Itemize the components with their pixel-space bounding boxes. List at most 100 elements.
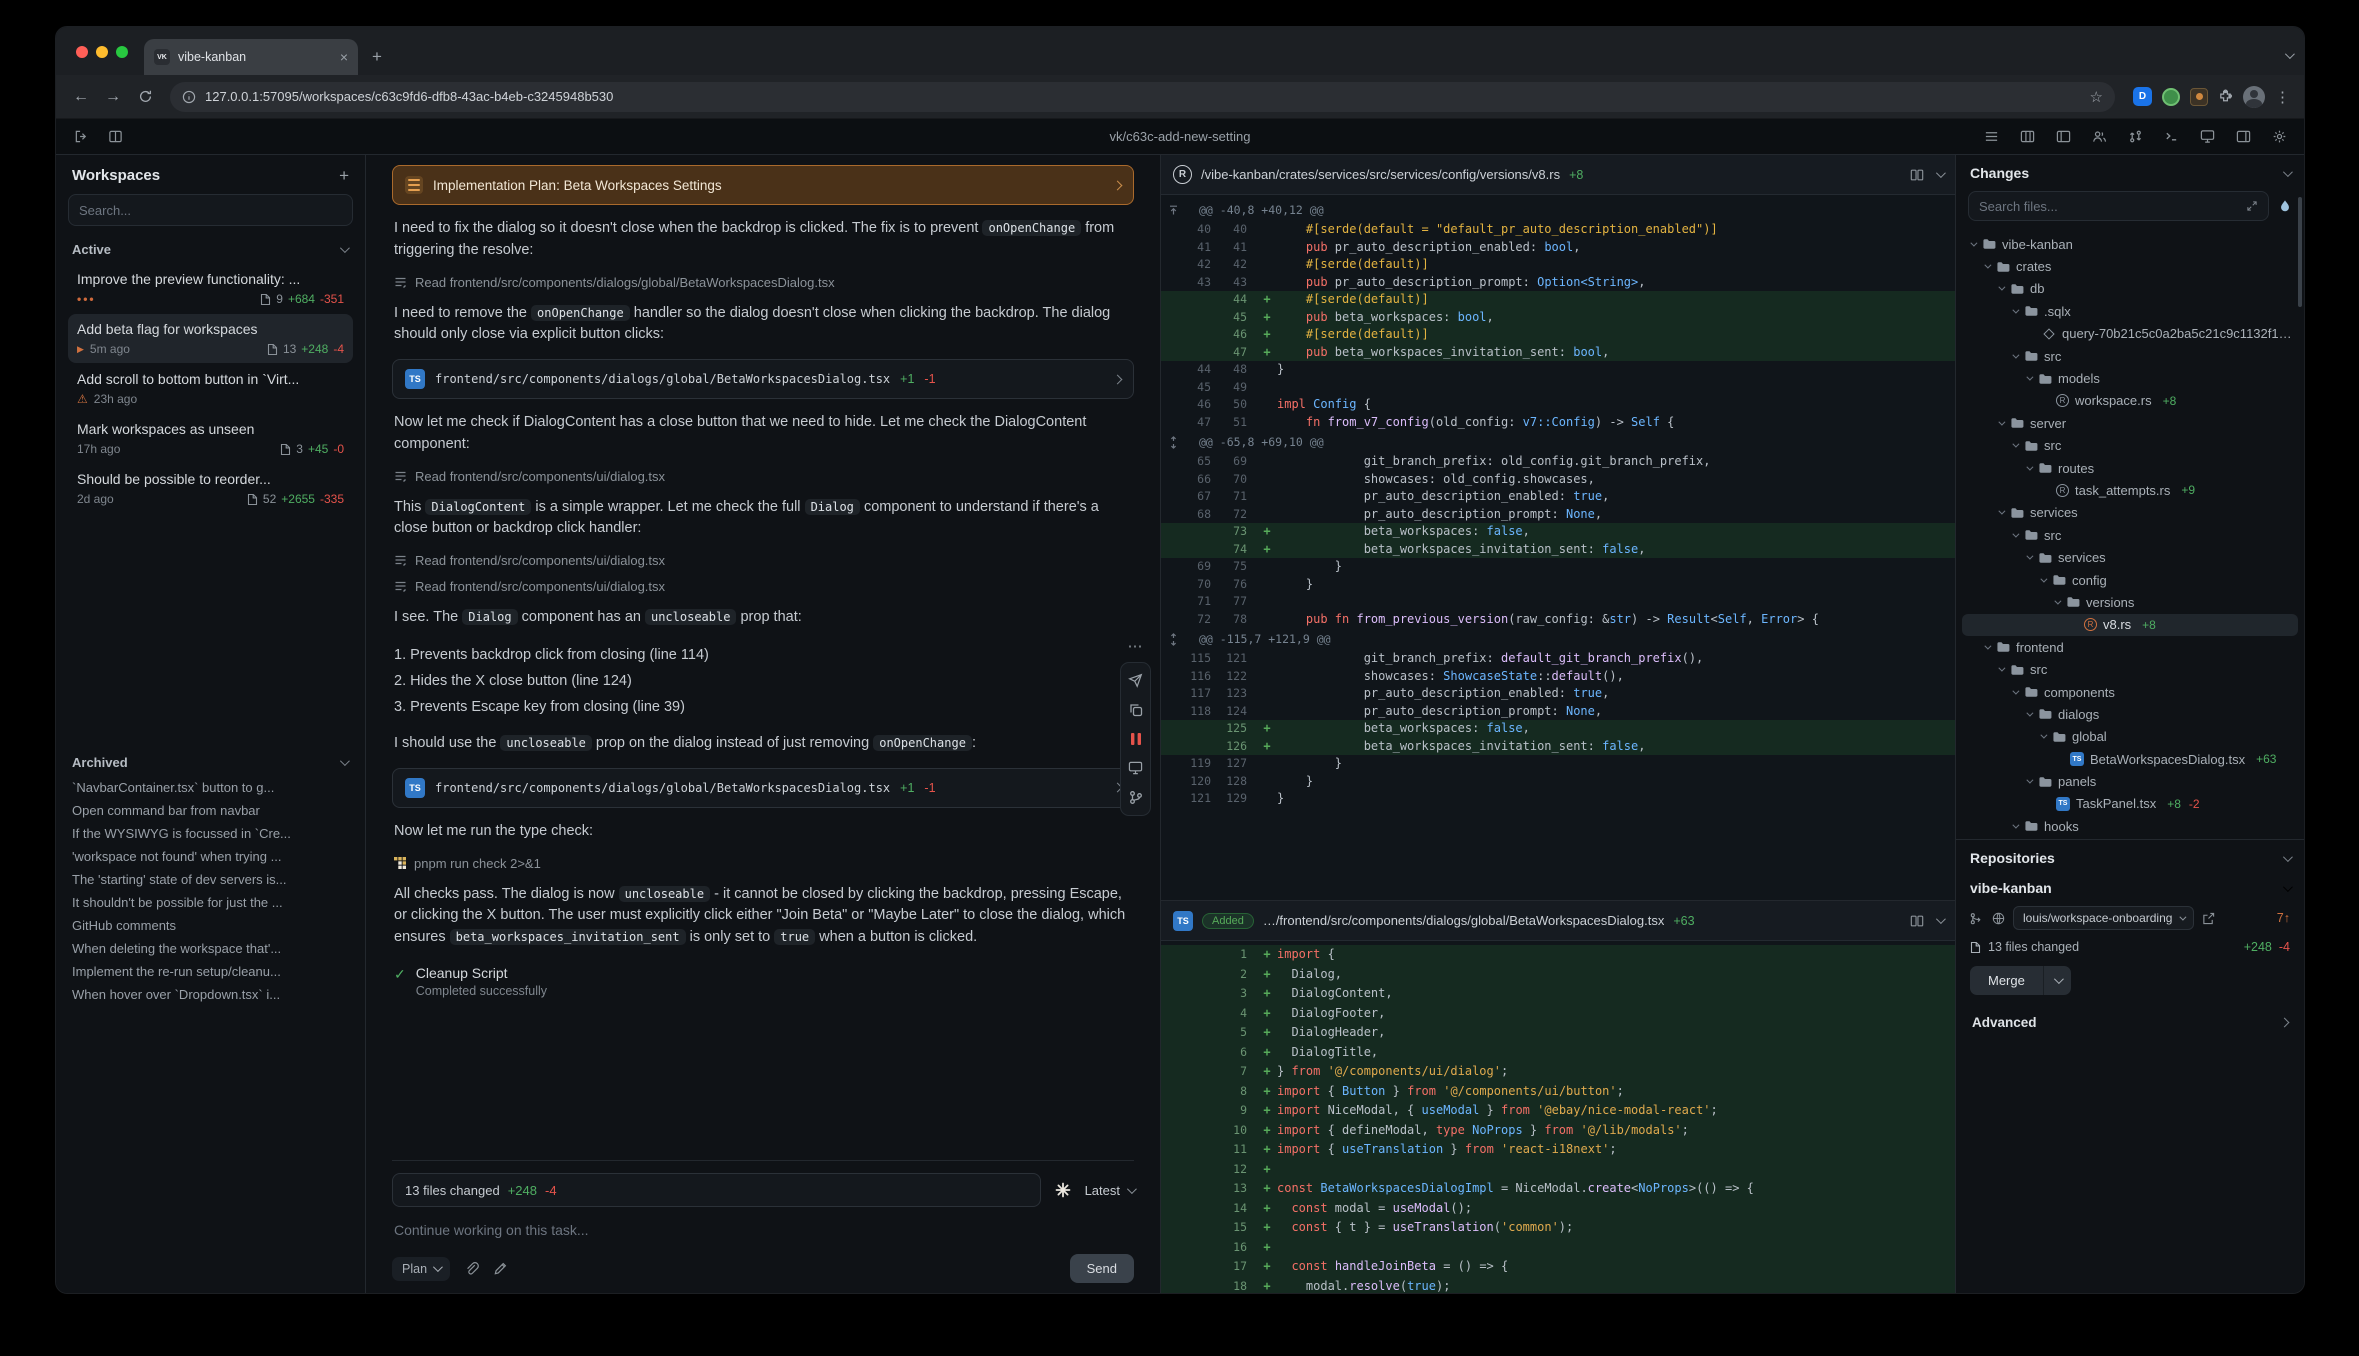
collapse-diff-icon[interactable]: [1935, 168, 1946, 179]
new-tab-button[interactable]: +: [362, 42, 392, 72]
expand-hunk-icon[interactable]: [1161, 205, 1185, 216]
tree-folder[interactable]: src: [1962, 524, 2298, 546]
workspace-item[interactable]: Add scroll to bottom button in `Virt... …: [68, 364, 353, 413]
collapse-diff-icon[interactable]: [1935, 914, 1946, 925]
archived-workspace-item[interactable]: The 'starting' state of dev servers is..…: [68, 868, 353, 891]
git-compare-icon[interactable]: [2122, 125, 2148, 149]
mode-dropdown[interactable]: Plan: [392, 1256, 451, 1281]
open-external-icon[interactable]: [2202, 912, 2215, 925]
workspace-item[interactable]: Should be possible to reorder... 2d ago 5…: [68, 464, 353, 513]
archived-workspace-item[interactable]: 'workspace not found' when trying ...: [68, 845, 353, 868]
terminal-command-row[interactable]: pnpm run check 2>&1: [394, 856, 1132, 871]
tree-folder[interactable]: db: [1962, 278, 2298, 300]
users-icon[interactable]: [2086, 125, 2112, 149]
tree-folder[interactable]: crates: [1962, 255, 2298, 277]
tab-list-chevron-icon[interactable]: [2284, 49, 2295, 60]
tree-folder[interactable]: src: [1962, 435, 2298, 457]
more-actions-icon[interactable]: ⋯: [1128, 637, 1144, 655]
changed-files-tree[interactable]: vibe-kanban crates db .sqlx query-70b21c…: [1956, 229, 2304, 839]
merge-split-button[interactable]: Merge: [1970, 966, 2071, 995]
version-dropdown[interactable]: Latest: [1085, 1183, 1137, 1198]
tree-file[interactable]: TS BetaWorkspacesDialog.tsx +63: [1962, 748, 2298, 770]
close-window-button[interactable]: [76, 46, 88, 58]
terminal-icon[interactable]: [2158, 125, 2184, 149]
archived-workspace-item[interactable]: If the WYSIWYG is focussed in `Cre...: [68, 822, 353, 845]
tree-folder[interactable]: panels: [1962, 770, 2298, 792]
workspace-item[interactable]: Improve the preview functionality: ... •…: [68, 264, 353, 313]
archived-workspace-item[interactable]: When deleting the workspace that'...: [68, 937, 353, 960]
tree-folder[interactable]: vibe-kanban: [1962, 233, 2298, 255]
split-view-icon[interactable]: [1910, 914, 1924, 928]
settings-gear-icon[interactable]: [2266, 125, 2292, 149]
repositories-header[interactable]: Repositories: [1956, 840, 2304, 876]
merge-options-chevron[interactable]: [2042, 966, 2071, 995]
bookmark-star-icon[interactable]: ☆: [2090, 88, 2103, 106]
maximize-window-button[interactable]: [116, 46, 128, 58]
archived-workspace-item[interactable]: It shouldn't be possible for just the ..…: [68, 891, 353, 914]
files-changed-summary[interactable]: 13 files changed +248 -4: [392, 1173, 1041, 1207]
expand-hunk-icon[interactable]: [1161, 435, 1185, 449]
branch-selector[interactable]: louis/workspace-onboarding: [2013, 906, 2195, 930]
filter-brush-icon[interactable]: [2278, 199, 2292, 213]
share-icon[interactable]: [1128, 673, 1143, 688]
tree-folder[interactable]: components: [1962, 681, 2298, 703]
copy-icon[interactable]: [1129, 703, 1143, 717]
tool-call-row[interactable]: Read frontend/src/components/ui/dialog.t…: [394, 579, 1132, 594]
tree-folder[interactable]: routes: [1962, 457, 2298, 479]
send-button[interactable]: Send: [1069, 1254, 1134, 1283]
diff-content[interactable]: @@ -40,8 +40,12 @@ 40 40 #[serde(default …: [1161, 195, 1955, 900]
panel-right-icon[interactable]: [2230, 125, 2256, 149]
workspace-search[interactable]: [68, 194, 353, 226]
attachment-icon[interactable]: [464, 1261, 479, 1276]
archived-workspace-item[interactable]: `NavbarContainer.tsx` button to g...: [68, 776, 353, 799]
tree-folder[interactable]: versions: [1962, 591, 2298, 613]
archived-workspace-item[interactable]: GitHub comments: [68, 914, 353, 937]
monitor-icon[interactable]: [2194, 125, 2220, 149]
changes-header[interactable]: Changes: [1956, 155, 2304, 191]
extension-icon-1[interactable]: D: [2133, 87, 2152, 106]
tree-folder[interactable]: .sqlx: [1962, 300, 2298, 322]
site-info-icon[interactable]: [182, 90, 196, 104]
diff-file-header[interactable]: TS Added …/frontend/src/components/dialo…: [1161, 901, 1955, 941]
file-search[interactable]: [1968, 191, 2269, 221]
tree-file[interactable]: Rworkspace.rs +8: [1962, 390, 2298, 412]
tree-file[interactable]: Rtask_attempts.rs +9: [1962, 479, 2298, 501]
message-input[interactable]: [394, 1222, 1132, 1238]
extension-icon-3[interactable]: [2190, 87, 2208, 106]
tree-folder[interactable]: services: [1962, 502, 2298, 524]
file-edit-card[interactable]: TS frontend/src/components/dialogs/globa…: [392, 767, 1134, 808]
browser-tab[interactable]: VK vibe-kanban ×: [144, 39, 358, 75]
message-input-area[interactable]: [394, 1222, 1132, 1240]
scrollbar-thumb[interactable]: [2298, 197, 2302, 307]
collapse-sidebar-icon[interactable]: [68, 125, 94, 149]
tree-folder[interactable]: src: [1962, 345, 2298, 367]
workspace-search-input[interactable]: [79, 202, 342, 218]
address-bar[interactable]: 127.0.0.1:57095/workspaces/c63c9fd6-dfb8…: [170, 81, 2115, 112]
archived-section-header[interactable]: Archived: [68, 749, 353, 776]
tree-folder[interactable]: global: [1962, 726, 2298, 748]
tree-folder[interactable]: frontend: [1962, 636, 2298, 658]
panel-left-icon[interactable]: [2050, 125, 2076, 149]
split-view-icon[interactable]: [1910, 168, 1924, 182]
tree-file[interactable]: Rv8.rs +8: [1962, 613, 2298, 637]
implementation-plan-banner[interactable]: Implementation Plan: Beta Workspaces Set…: [392, 165, 1134, 205]
back-button[interactable]: ←: [66, 82, 96, 112]
git-branch-icon[interactable]: [1129, 790, 1143, 805]
archived-workspace-item[interactable]: When hover over `Dropdown.tsx` i...: [68, 983, 353, 1006]
tab-close-icon[interactable]: ×: [340, 50, 348, 64]
workspace-item[interactable]: Mark workspaces as unseen 17h ago 3 +45 -0: [68, 414, 353, 463]
tree-file[interactable]: TS TaskPanel.tsx +8 -2: [1962, 793, 2298, 815]
tree-folder[interactable]: src: [1962, 658, 2298, 680]
forward-button[interactable]: →: [98, 82, 128, 112]
window-controls[interactable]: [76, 46, 128, 58]
workspace-item[interactable]: Add beta flag for workspaces ▶ 5m ago 13 +2…: [68, 314, 353, 363]
extensions-puzzle-icon[interactable]: [2218, 89, 2233, 104]
tool-call-row[interactable]: Read frontend/src/components/ui/dialog.t…: [394, 553, 1132, 568]
browser-menu-icon[interactable]: ⋮: [2275, 88, 2290, 106]
tree-folder[interactable]: config: [1962, 569, 2298, 591]
tree-folder[interactable]: server: [1962, 412, 2298, 434]
expand-search-icon[interactable]: [2246, 200, 2258, 212]
tree-folder[interactable]: models: [1962, 367, 2298, 389]
pause-icon[interactable]: [1130, 732, 1142, 746]
repository-row[interactable]: vibe-kanban: [1956, 876, 2304, 904]
